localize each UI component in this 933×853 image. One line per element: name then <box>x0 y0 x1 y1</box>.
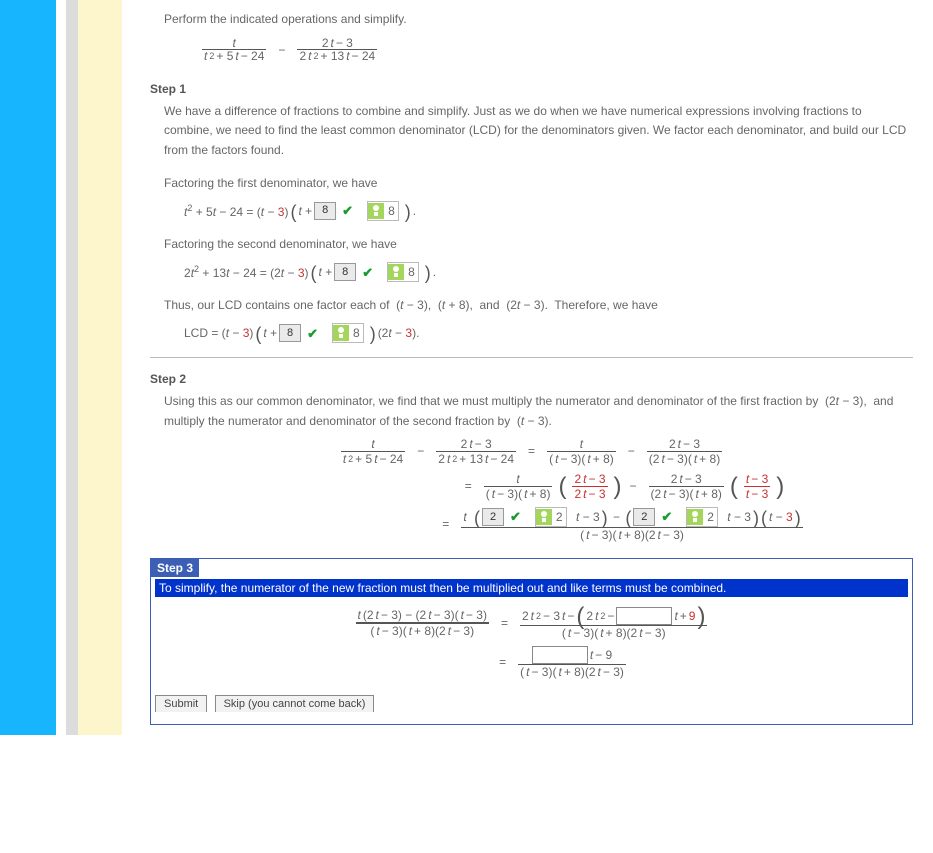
check-icon: ✔ <box>510 509 521 525</box>
step1-factor2-intro: Factoring the second denominator, we hav… <box>164 235 913 254</box>
step2-intro: Using this as our common denominator, we… <box>164 392 913 430</box>
divider <box>150 357 913 358</box>
step1-lcd-intro: Thus, our LCD contains one factor each o… <box>164 296 913 315</box>
check-icon: ✔ <box>342 204 353 217</box>
step2-input2[interactable]: 2 <box>633 508 655 526</box>
lightbulb-icon <box>368 203 384 219</box>
skip-button[interactable]: Skip (you cannot come back) <box>215 695 375 712</box>
minus-sign: − <box>278 44 285 56</box>
step1-factor1-hint[interactable]: 8 <box>367 201 399 221</box>
lightbulb-icon <box>388 264 404 280</box>
step2-input1[interactable]: 2 <box>482 508 504 526</box>
check-icon: ✔ <box>362 266 373 279</box>
step1-title: Step 1 <box>150 82 913 96</box>
step1-factor1-intro: Factoring the first denominator, we have <box>164 174 913 193</box>
step1-lcd-hint[interactable]: 8 <box>332 323 364 343</box>
step1-factor2-expr: 2t2 + 13t − 24 = (2t − 3) (t + 8 ✔ 8 ). <box>184 262 913 282</box>
step1-factor2-hint[interactable]: 8 <box>387 262 419 282</box>
step3-highlight: To simplify, the numerator of the new fr… <box>155 579 908 597</box>
window-left-accent <box>0 0 56 735</box>
lightbulb-icon <box>536 509 552 525</box>
step2-line1: tt2 + 5t − 24 − 2t − 32t2 + 13t − 24 = t… <box>150 437 913 466</box>
button-row: Submit Skip (you cannot come back) <box>155 695 912 712</box>
check-icon: ✔ <box>307 327 318 340</box>
step3-box: Step 3 To simplify, the numerator of the… <box>150 558 913 725</box>
step3-line1: t(2t − 3) − (2t − 3)(t − 3) (t − 3)(t + … <box>151 607 912 640</box>
question-prompt: Perform the indicated operations and sim… <box>164 10 913 29</box>
step1-intro: We have a difference of fractions to com… <box>164 102 913 160</box>
question-frac1: t t2 + 5t − 24 <box>202 37 266 62</box>
question-block: Perform the indicated operations and sim… <box>164 10 913 62</box>
step2-hint2[interactable]: 2 <box>686 507 718 527</box>
step2-line3: = t ( 2 ✔ 2 t − 3 ) − ( 2 ✔ 2 t − 3 ) (t… <box>150 507 913 542</box>
lightbulb-icon <box>687 509 703 525</box>
step1-factor1-input[interactable]: 8 <box>314 202 336 220</box>
step1-factor2-input[interactable]: 8 <box>334 263 356 281</box>
lightbulb-icon <box>333 325 349 341</box>
step3-input1[interactable] <box>616 607 672 625</box>
check-icon: ✔ <box>661 509 672 525</box>
step3-input2[interactable] <box>532 646 588 664</box>
step2-line2: = t(t − 3)(t + 8) ( 2t − 32t − 3 ) − 2t … <box>150 472 913 501</box>
content-area: Perform the indicated operations and sim… <box>122 0 933 735</box>
step1-factor1-expr: t2 + 5t − 24 = (t − 3) (t + 8 ✔ 8 ). <box>184 201 913 221</box>
submit-button[interactable]: Submit <box>155 695 207 712</box>
question-frac2: 2t − 3 2t2 + 13t − 24 <box>297 37 377 62</box>
margin-bar <box>78 0 122 735</box>
step2-title: Step 2 <box>150 372 913 386</box>
step3-title: Step 3 <box>151 559 199 577</box>
step1-lcd-expr: LCD = (t − 3) (t + 8 ✔ 8 ) (2t − 3). <box>184 323 913 343</box>
question-expression: t t2 + 5t − 24 − 2t − 3 2t2 + 13t − 24 <box>198 37 913 62</box>
step2-hint1[interactable]: 2 <box>535 507 567 527</box>
divider-bar <box>66 0 78 735</box>
step3-line2: = t − 9 (t − 3)(t + 8)(2t − 3) <box>151 646 912 679</box>
step1-lcd-input[interactable]: 8 <box>279 324 301 342</box>
